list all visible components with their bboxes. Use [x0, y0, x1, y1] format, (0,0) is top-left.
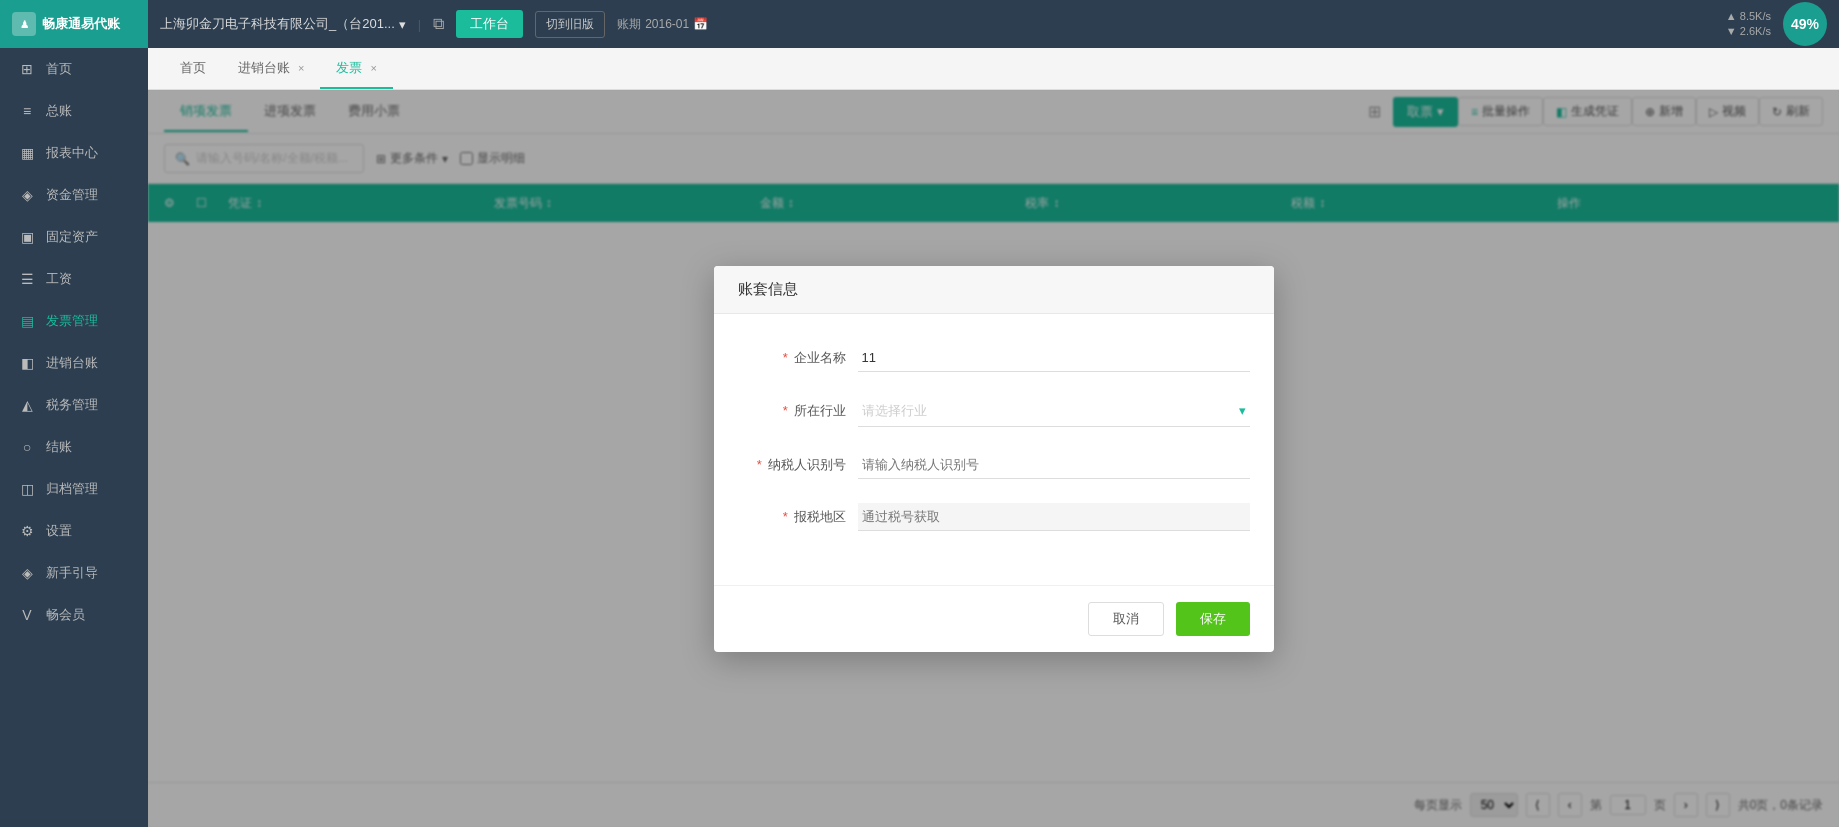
sidebar-label-closing: 结账 — [46, 438, 72, 456]
modal-overlay: 账套信息 * 企业名称 * 所在行业 — [148, 90, 1839, 827]
required-star3: * — [757, 457, 762, 472]
required-star4: * — [783, 509, 788, 524]
sidebar-label-invoice: 发票管理 — [46, 312, 98, 330]
industry-dropdown-icon: ▾ — [1239, 403, 1246, 418]
required-star2: * — [783, 403, 788, 418]
tab-bar: 首页 进销台账 × 发票 × — [148, 48, 1839, 90]
sidebar-item-reports[interactable]: ▦ 报表中心 — [0, 132, 148, 174]
cancel-button[interactable]: 取消 — [1088, 602, 1164, 636]
sidebar-item-finance[interactable]: ◈ 资金管理 — [0, 174, 148, 216]
tab-invoice-close-icon[interactable]: × — [370, 62, 376, 74]
sidebar-item-member[interactable]: V 畅会员 — [0, 594, 148, 636]
industry-label: * 所在行业 — [738, 402, 858, 420]
sidebar-item-salary[interactable]: ☰ 工资 — [0, 258, 148, 300]
sidebar-item-ledger[interactable]: ≡ 总账 — [0, 90, 148, 132]
sidebar-label-purchase: 进销台账 — [46, 354, 98, 372]
sidebar-label-tax: 税务管理 — [46, 396, 98, 414]
tab-purchase-ledger[interactable]: 进销台账 × — [222, 49, 320, 89]
guide-icon: ◈ — [18, 565, 36, 581]
main-area: 上海卯金刀电子科技有限公司_（台201... ▾ | ⧉ 工作台 切到旧版 账期… — [148, 0, 1839, 827]
sidebar-label-assets: 固定资产 — [46, 228, 98, 246]
tax-icon: ◭ — [18, 397, 36, 413]
calendar-icon[interactable]: 📅 — [693, 17, 708, 31]
form-row-tax-region: * 报税地区 — [738, 503, 1250, 531]
sidebar-item-purchase[interactable]: ◧ 进销台账 — [0, 342, 148, 384]
copy-icon[interactable]: ⧉ — [433, 15, 444, 33]
company-name-input[interactable] — [858, 344, 1250, 372]
tax-id-label: * 纳税人识别号 — [738, 456, 858, 474]
workspace-button[interactable]: 工作台 — [456, 10, 523, 38]
sidebar: ♟ 畅康通易代账 ⊞ 首页 ≡ 总账 ▦ 报表中心 ◈ 资金管理 ▣ 固定资产 … — [0, 0, 148, 827]
closing-icon: ○ — [18, 439, 36, 455]
sidebar-label-finance: 资金管理 — [46, 186, 98, 204]
sidebar-item-archive[interactable]: ◫ 归档管理 — [0, 468, 148, 510]
tax-region-label: * 报税地区 — [738, 508, 858, 526]
company-selector[interactable]: 上海卯金刀电子科技有限公司_（台201... ▾ — [160, 15, 406, 33]
reports-icon: ▦ — [18, 145, 36, 161]
performance-indicator: 49% — [1783, 2, 1827, 46]
sidebar-item-closing[interactable]: ○ 结账 — [0, 426, 148, 468]
tax-region-input — [858, 503, 1250, 531]
finance-icon: ◈ — [18, 187, 36, 203]
company-name-label: * 企业名称 — [738, 349, 858, 367]
account-info-dialog: 账套信息 * 企业名称 * 所在行业 — [714, 266, 1274, 652]
ledger-icon: ≡ — [18, 103, 36, 119]
tab-invoice-label: 发票 — [336, 59, 362, 77]
purchase-icon: ◧ — [18, 355, 36, 371]
tab-purchase-close-icon[interactable]: × — [298, 62, 304, 74]
member-icon: V — [18, 607, 36, 623]
gear-icon: ⚙ — [18, 523, 36, 539]
tab-home-label: 首页 — [180, 59, 206, 77]
tab-purchase-label: 进销台账 — [238, 59, 290, 77]
form-row-tax-id: * 纳税人识别号 — [738, 451, 1250, 479]
tab-invoice[interactable]: 发票 × — [320, 49, 392, 89]
sidebar-item-invoice[interactable]: ▤ 发票管理 — [0, 300, 148, 342]
sidebar-label-member: 畅会员 — [46, 606, 85, 624]
sidebar-item-home[interactable]: ⊞ 首页 — [0, 48, 148, 90]
sidebar-label-salary: 工资 — [46, 270, 72, 288]
dialog-footer: 取消 保存 — [714, 585, 1274, 652]
tax-id-input[interactable] — [858, 451, 1250, 479]
form-row-industry: * 所在行业 请选择行业 ▾ — [738, 396, 1250, 427]
salary-icon: ☰ — [18, 271, 36, 287]
industry-placeholder: 请选择行业 — [862, 402, 927, 420]
tab-home[interactable]: 首页 — [164, 49, 222, 89]
sidebar-label-settings: 设置 — [46, 522, 72, 540]
logo-icon: ♟ — [12, 12, 36, 36]
app-name: 畅康通易代账 — [42, 15, 120, 33]
sidebar-item-tax[interactable]: ◭ 税务管理 — [0, 384, 148, 426]
assets-icon: ▣ — [18, 229, 36, 245]
sidebar-label-guide: 新手引导 — [46, 564, 98, 582]
sidebar-label-archive: 归档管理 — [46, 480, 98, 498]
period-display: 账期 2016-01 📅 — [617, 16, 708, 33]
period-value: 2016-01 — [645, 17, 689, 31]
period-label: 账期 — [617, 16, 641, 33]
sidebar-label-ledger: 总账 — [46, 102, 72, 120]
content-area: 销项发票 进项发票 费用小票 ⊞ 取票 ▾ ≡ 批量操作 — [148, 90, 1839, 827]
invoice-icon: ▤ — [18, 313, 36, 329]
separator: | — [418, 17, 421, 32]
dialog-body: * 企业名称 * 所在行业 请选择行业 ▾ — [714, 314, 1274, 585]
required-star: * — [783, 350, 788, 365]
company-name: 上海卯金刀电子科技有限公司_（台201... — [160, 15, 395, 33]
save-button[interactable]: 保存 — [1176, 602, 1250, 636]
speed-up: ▲ 8.5K/s — [1726, 9, 1771, 24]
old-version-button[interactable]: 切到旧版 — [535, 11, 605, 38]
dialog-title: 账套信息 — [714, 266, 1274, 314]
company-dropdown-icon: ▾ — [399, 17, 406, 32]
speed-down: ▼ 2.6K/s — [1726, 24, 1771, 39]
sidebar-item-settings[interactable]: ⚙ 设置 — [0, 510, 148, 552]
sidebar-item-assets[interactable]: ▣ 固定资产 — [0, 216, 148, 258]
industry-select[interactable]: 请选择行业 ▾ — [858, 396, 1250, 427]
sidebar-item-guide[interactable]: ◈ 新手引导 — [0, 552, 148, 594]
archive-icon: ◫ — [18, 481, 36, 497]
sidebar-label-home: 首页 — [46, 60, 72, 78]
app-logo: ♟ 畅康通易代账 — [0, 0, 148, 48]
home-icon: ⊞ — [18, 61, 36, 77]
sidebar-label-reports: 报表中心 — [46, 144, 98, 162]
network-speed: ▲ 8.5K/s ▼ 2.6K/s — [1726, 9, 1771, 40]
topbar: 上海卯金刀电子科技有限公司_（台201... ▾ | ⧉ 工作台 切到旧版 账期… — [148, 0, 1839, 48]
form-row-company: * 企业名称 — [738, 344, 1250, 372]
